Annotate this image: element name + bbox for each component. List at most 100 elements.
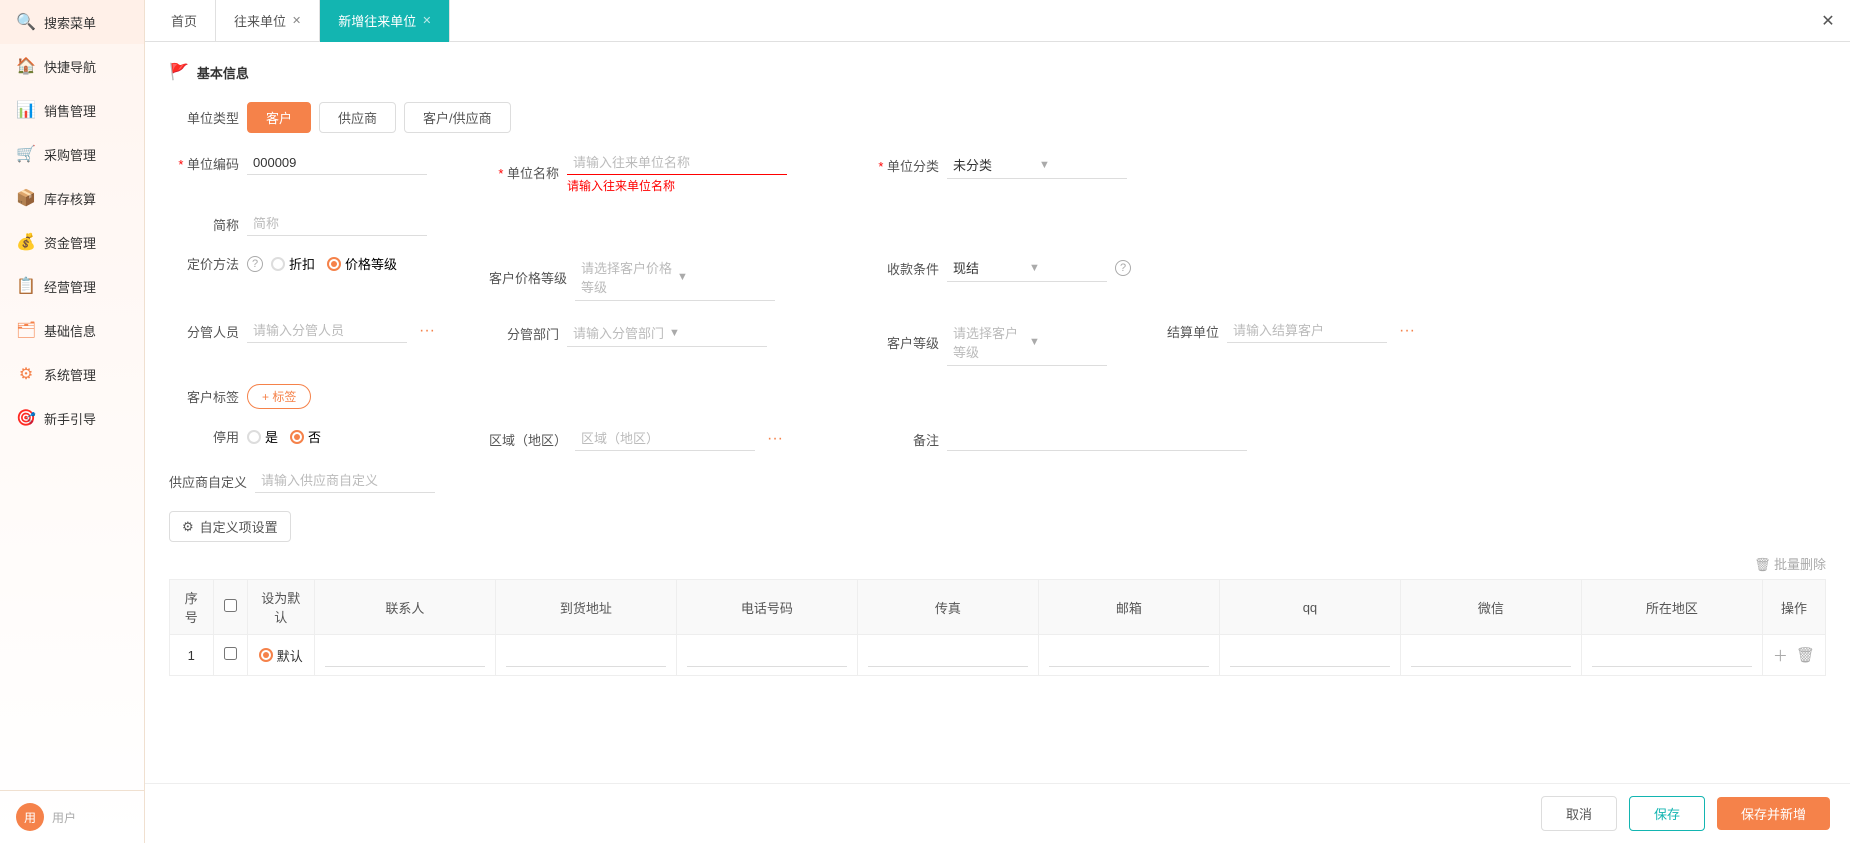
custom-settings-button[interactable]: ⚙ 自定义项设置	[169, 511, 291, 542]
payment-help-icon[interactable]: ?	[1115, 260, 1131, 276]
select-all-checkbox[interactable]	[224, 599, 237, 612]
row-qq[interactable]	[1219, 635, 1400, 676]
tags-row: 客户标签 + 标签	[169, 384, 1826, 409]
gear-icon: ⚙	[16, 364, 36, 384]
settlement-more-button[interactable]: ···	[1395, 322, 1419, 340]
chevron-down-icon: ▼	[1039, 159, 1121, 171]
tab-counterparts[interactable]: 往来单位 ✕	[216, 0, 320, 42]
unit-category-select[interactable]: 未分类 ▼	[947, 151, 1127, 179]
row-seq: 1	[170, 635, 214, 676]
manager-more-button[interactable]: ···	[415, 322, 439, 340]
customer-price-label: 客户价格等级	[489, 268, 567, 287]
unit-type-customer[interactable]: 客户	[247, 102, 311, 133]
unit-info-row: 单位编码 单位名称 请输入往来单位名称 单位分类 未分类 ▼	[169, 151, 1826, 194]
close-new-counterpart-tab[interactable]: ✕	[422, 14, 431, 27]
sidebar-item-guide[interactable]: 🎯 新手引导	[0, 396, 144, 440]
discount-radio[interactable]	[271, 257, 285, 271]
customer-price-select[interactable]: 请选择客户价格等级 ▼	[575, 254, 775, 301]
bottom-bar: 取消 保存 保存并新增	[145, 783, 1850, 843]
supplier-custom-input[interactable]	[255, 469, 435, 493]
sidebar-item-search[interactable]: 🔍 搜索菜单	[0, 0, 144, 44]
row-wechat[interactable]	[1400, 635, 1581, 676]
row-email[interactable]	[1038, 635, 1219, 676]
row-checkbox[interactable]	[224, 647, 237, 660]
region-label: 区域（地区）	[489, 430, 567, 449]
sidebar-item-basic-info[interactable]: 🗂 基础信息	[0, 308, 144, 352]
user-name: 用户	[52, 809, 76, 826]
row-region[interactable]	[1581, 635, 1762, 676]
add-row-icon[interactable]: ＋	[1773, 645, 1788, 666]
unit-code-input[interactable]	[247, 151, 427, 175]
sidebar-item-purchase[interactable]: 🛒 采购管理	[0, 132, 144, 176]
row-fax[interactable]	[857, 635, 1038, 676]
sidebar-item-operations[interactable]: 📋 经营管理	[0, 264, 144, 308]
grade-radio[interactable]	[327, 257, 341, 271]
pricing-help-icon[interactable]: ?	[247, 256, 263, 272]
save-button[interactable]: 保存	[1629, 796, 1705, 831]
unit-type-row: 单位类型 客户 供应商 客户/供应商	[169, 102, 1826, 133]
region-input[interactable]	[575, 427, 755, 451]
unit-category-label: 单位分类	[869, 156, 939, 175]
abbreviation-input[interactable]	[247, 212, 427, 236]
pricing-grade[interactable]: 价格等级	[327, 254, 397, 273]
remark-label: 备注	[869, 430, 939, 449]
sidebar-item-inventory[interactable]: 📦 库存核算	[0, 176, 144, 220]
pricing-label: 定价方法	[169, 254, 239, 273]
region-more-button[interactable]: ···	[763, 430, 787, 448]
no-radio[interactable]	[290, 430, 304, 444]
manager-row: 分管人员 ··· 分管部门 请输入分管部门 ▼ 客户等级 请选择客户等级 ▼ 结…	[169, 319, 1826, 366]
tab-new-counterpart[interactable]: 新增往来单位 ✕	[320, 0, 450, 42]
add-tag-button[interactable]: + 标签	[247, 384, 311, 409]
main-area: 首页 往来单位 ✕ 新增往来单位 ✕ ✕ 🚩 基本信息 单位类型 客户 供应商 …	[145, 0, 1850, 843]
sidebar-item-system[interactable]: ⚙ 系统管理	[0, 352, 144, 396]
row-phone[interactable]	[676, 635, 857, 676]
department-select[interactable]: 请输入分管部门 ▼	[567, 319, 767, 347]
home-icon: 🏠	[16, 56, 36, 76]
disabled-no[interactable]: 否	[290, 427, 321, 446]
close-counterparts-tab[interactable]: ✕	[292, 14, 301, 27]
save-and-new-button[interactable]: 保存并新增	[1717, 797, 1830, 830]
default-radio[interactable]	[259, 648, 273, 662]
pricing-row: 定价方法 ? 折扣 价格等级 客户价格等级 请选择客户价格等级	[169, 254, 1826, 301]
tab-home[interactable]: 首页	[153, 0, 216, 42]
unit-name-input[interactable]	[567, 151, 787, 175]
batch-delete-button[interactable]: 🗑 批量删除	[169, 554, 1826, 573]
row-address[interactable]	[495, 635, 676, 676]
disabled-yes[interactable]: 是	[247, 427, 278, 446]
pricing-discount[interactable]: 折扣	[271, 254, 315, 273]
row-contact[interactable]	[314, 635, 495, 676]
yes-radio[interactable]	[247, 430, 261, 444]
settlement-input[interactable]	[1227, 319, 1387, 343]
chevron-down-icon2: ▼	[677, 271, 769, 283]
disabled-options: 是 否	[247, 427, 321, 446]
chevron-down-icon5: ▼	[1029, 336, 1101, 348]
manager-input[interactable]	[247, 319, 407, 343]
disabled-label: 停用	[169, 427, 239, 446]
custom-settings-section: ⚙ 自定义项设置	[169, 511, 1826, 554]
col-phone: 电话号码	[676, 580, 857, 635]
abbreviation-label: 简称	[169, 215, 239, 234]
unit-type-supplier[interactable]: 供应商	[319, 102, 396, 133]
abbreviation-row: 简称	[169, 212, 1826, 236]
col-check	[213, 580, 247, 635]
sidebar: 🔍 搜索菜单 🏠 快捷导航 📊 销售管理 🛒 采购管理 📦 库存核算 💰 资金管…	[0, 0, 145, 843]
cancel-button[interactable]: 取消	[1541, 796, 1617, 831]
delete-row-icon[interactable]: 🗑	[1796, 646, 1815, 664]
payment-select[interactable]: 现结 ▼	[947, 254, 1107, 282]
row-check[interactable]	[213, 635, 247, 676]
sidebar-item-sales[interactable]: 📊 销售管理	[0, 88, 144, 132]
sidebar-item-quick-nav[interactable]: 🏠 快捷导航	[0, 44, 144, 88]
unit-name-field-group: 请输入往来单位名称	[567, 151, 787, 194]
folder-icon: 🗂	[16, 320, 36, 340]
col-email: 邮箱	[1038, 580, 1219, 635]
unit-name-label: 单位名称	[489, 163, 559, 182]
customer-level-select[interactable]: 请选择客户等级 ▼	[947, 319, 1107, 366]
sidebar-item-finance[interactable]: 💰 资金管理	[0, 220, 144, 264]
cart-icon: 🛒	[16, 144, 36, 164]
remark-input[interactable]	[947, 427, 1247, 451]
window-close-button[interactable]: ✕	[1814, 7, 1842, 35]
unit-type-both[interactable]: 客户/供应商	[404, 102, 511, 133]
clipboard-icon: 📋	[16, 276, 36, 296]
sidebar-footer: 用 用户	[0, 790, 144, 843]
contact-table: 序号 设为默认 联系人 到货地址 电话号码 传真 邮箱 qq 微信 所在地区 操…	[169, 579, 1826, 676]
